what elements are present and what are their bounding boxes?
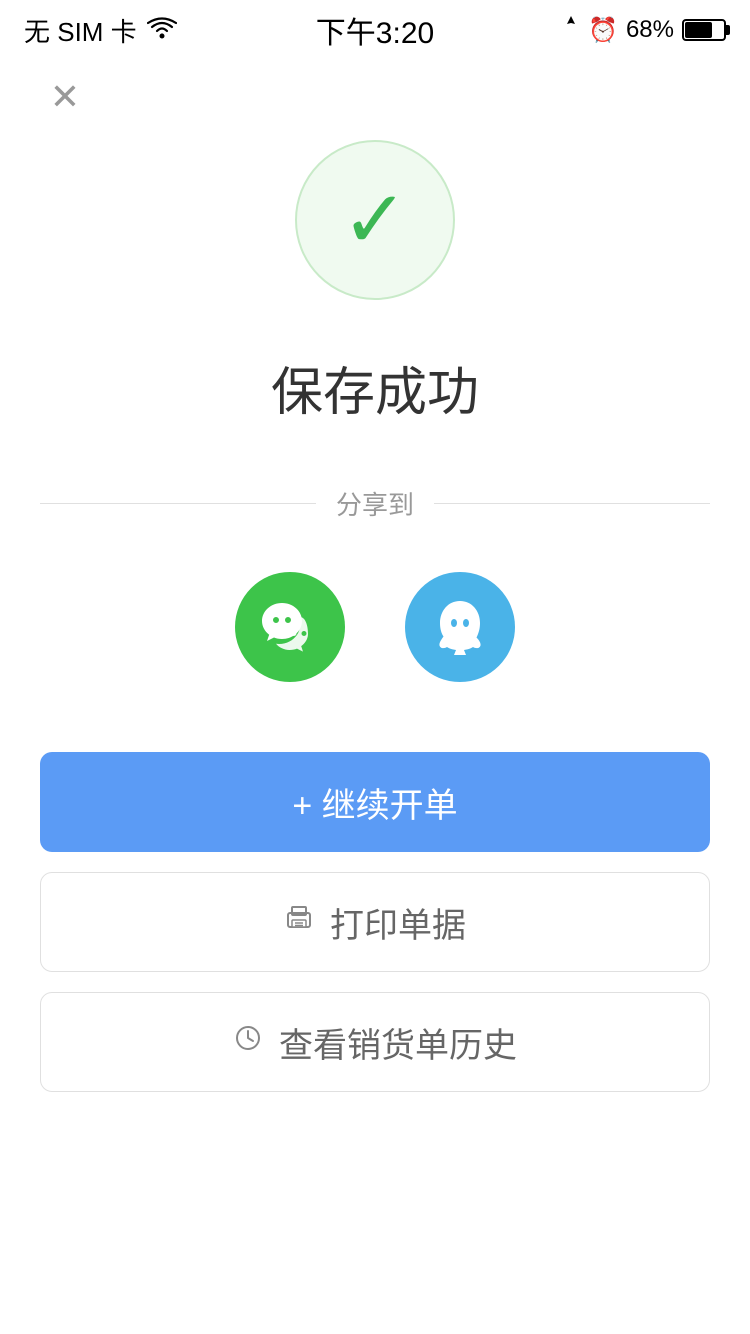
status-bar: 无 SIM 卡 下午3:20 ⏰ 68% xyxy=(0,0,750,60)
qq-icon xyxy=(430,597,490,657)
main-content: ✓ 保存成功 分享到 + 继续开单 xyxy=(0,60,750,1092)
share-divider: 分享到 xyxy=(0,485,750,522)
status-time: 下午3:20 xyxy=(316,8,434,52)
qq-share-button[interactable] xyxy=(405,572,515,682)
continue-order-button[interactable]: + 继续开单 xyxy=(40,752,710,852)
wechat-icon xyxy=(258,595,322,659)
alarm-icon: ⏰ xyxy=(588,16,618,45)
print-label: 打印单据 xyxy=(330,898,466,947)
share-icons xyxy=(235,572,515,682)
status-right: ⏰ 68% xyxy=(562,16,726,45)
close-button[interactable]: ✕ xyxy=(40,72,90,122)
divider-left xyxy=(40,503,316,504)
divider-right xyxy=(434,503,710,504)
battery-icon xyxy=(682,19,726,41)
history-icon xyxy=(233,1023,263,1062)
status-left: 无 SIM 卡 xyxy=(24,12,177,49)
close-icon: ✕ xyxy=(50,76,80,118)
no-sim-text: 无 SIM 卡 xyxy=(24,12,137,49)
action-buttons: + 继续开单 打印单据 查看销货单历史 xyxy=(0,752,750,1092)
success-circle: ✓ xyxy=(295,140,455,300)
success-title: 保存成功 xyxy=(271,350,479,425)
print-icon xyxy=(284,903,314,942)
history-label: 查看销货单历史 xyxy=(279,1018,517,1067)
location-icon xyxy=(562,16,580,45)
wifi-icon xyxy=(147,15,177,46)
share-label: 分享到 xyxy=(336,485,414,522)
wechat-share-button[interactable] xyxy=(235,572,345,682)
view-history-button[interactable]: 查看销货单历史 xyxy=(40,992,710,1092)
checkmark-icon: ✓ xyxy=(341,180,408,260)
battery-text: 68% xyxy=(626,16,674,44)
print-receipt-button[interactable]: 打印单据 xyxy=(40,872,710,972)
